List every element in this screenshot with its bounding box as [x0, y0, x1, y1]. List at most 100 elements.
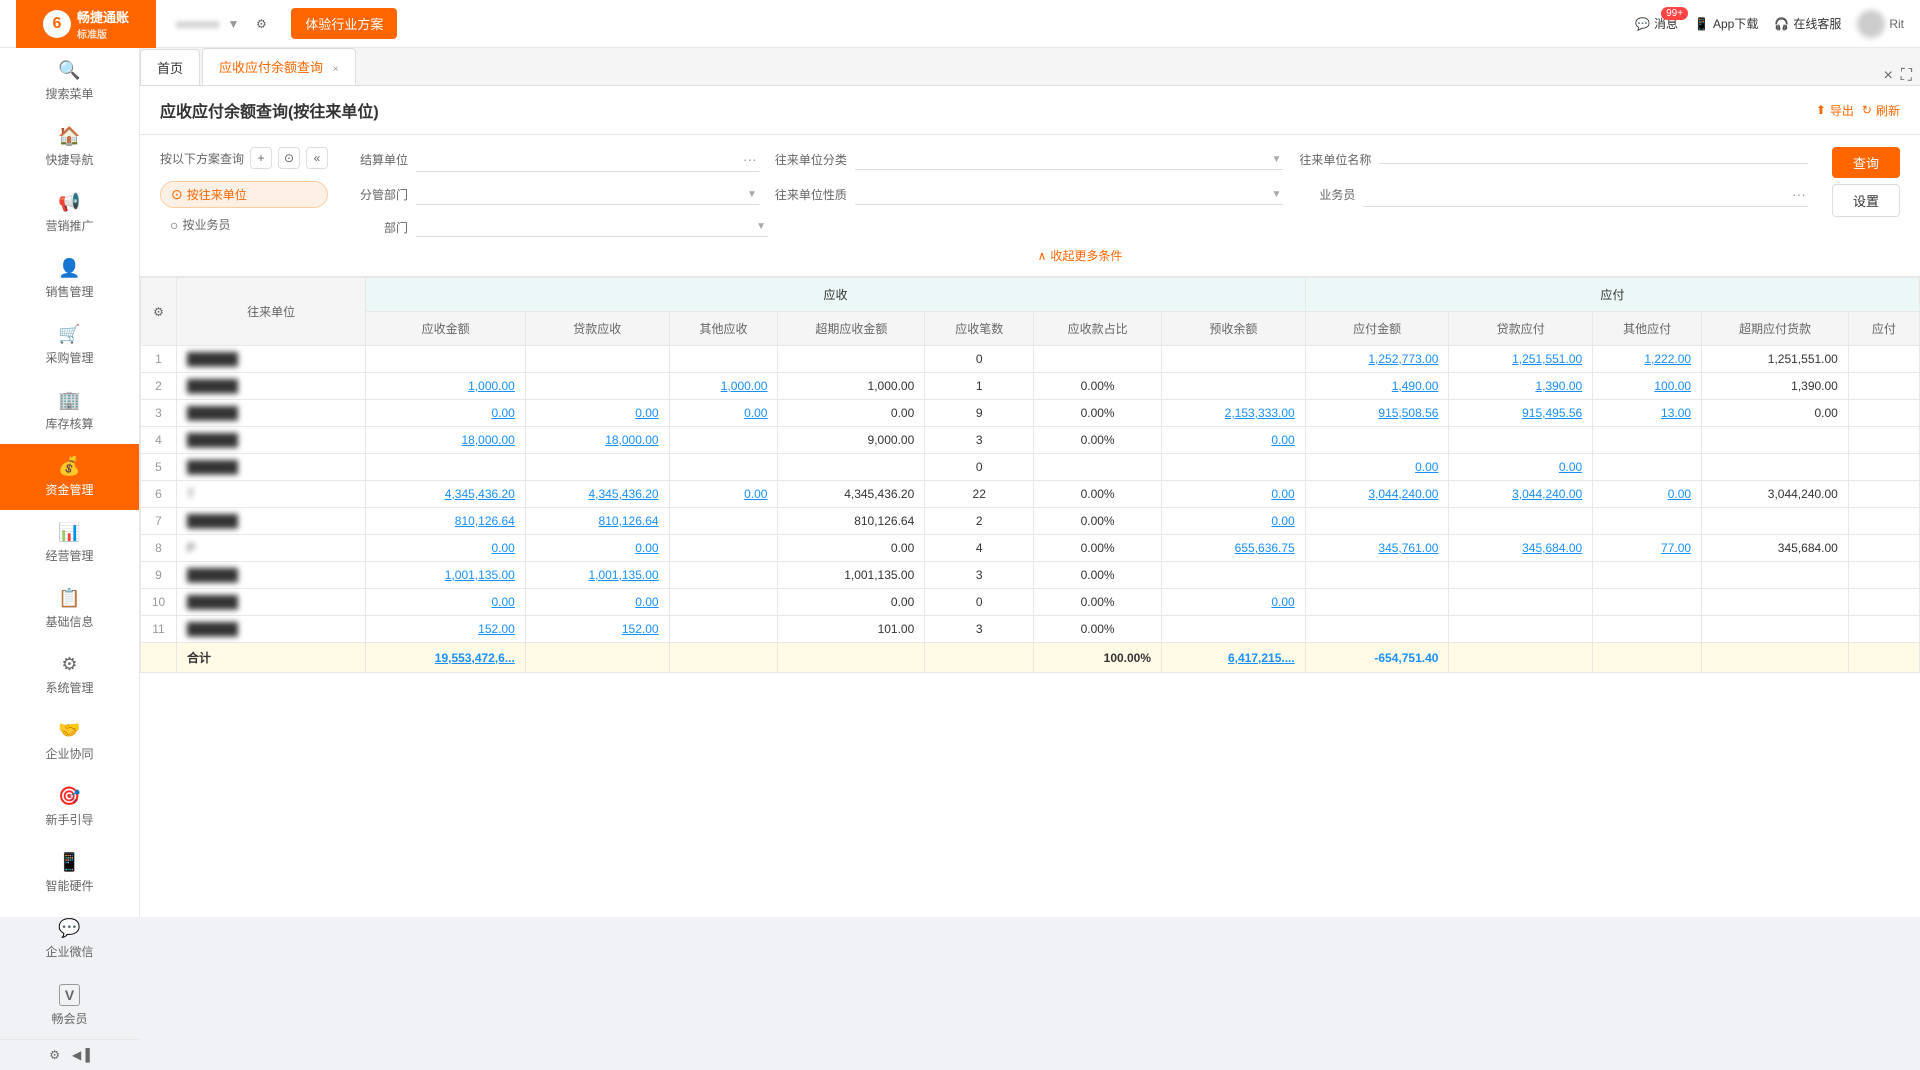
export-button[interactable]: ⬆ 导出	[1816, 102, 1854, 119]
filter-dept-select[interactable]: ▼	[416, 185, 759, 205]
notification-icon: 💬	[1635, 17, 1650, 31]
sidebar-item-search-menu[interactable]: 🔍 搜索菜单	[0, 48, 139, 114]
filter-fields: 结算单位 ··· 往来单位分类	[344, 147, 1816, 264]
app-download-icon: 📱	[1694, 17, 1709, 31]
sub-filter-by-partner[interactable]: ⊙ 按往来单位	[160, 181, 328, 208]
sidebar-item-system[interactable]: ⚙ 系统管理	[0, 642, 139, 708]
filter-dots-2[interactable]: ···	[1792, 186, 1806, 202]
sidebar-item-finance[interactable]: 💰 资金管理	[0, 444, 139, 510]
total-settings-cell	[141, 643, 177, 673]
th-settings[interactable]: ⚙	[141, 278, 177, 346]
sidebar-item-quick-nav[interactable]: 🏠 快捷导航	[0, 114, 139, 180]
filter-add-button[interactable]: +	[250, 147, 272, 169]
online-service-label: 在线客服	[1793, 15, 1841, 32]
sidebar: 🔍 搜索菜单 🏠 快捷导航 📢 营销推广 👤 销售管理 🛒 采购管理 🏢	[0, 48, 140, 917]
sidebar-bottom-settings[interactable]: ⚙	[49, 1048, 60, 1062]
collapse-more-button[interactable]: ∧ 收起更多条件	[344, 247, 1816, 264]
operations-icon: 📊	[58, 522, 80, 543]
th-yp-other: 其他应付	[1593, 312, 1702, 346]
filter-collapse-icon[interactable]: «	[306, 147, 328, 169]
filter-settings-icon[interactable]: ⊙	[278, 147, 300, 169]
sidebar-label-beginner: 新手引导	[45, 811, 93, 828]
sub-filter-by-staff[interactable]: ○ 按业务员	[160, 212, 328, 237]
sidebar-label-wechat: 企业微信	[45, 943, 93, 960]
basic-info-icon: 📋	[58, 588, 80, 609]
enterprise-wechat-icon: 💬	[58, 918, 80, 939]
user-area[interactable]: Rit	[1857, 10, 1904, 38]
filter-partner-name-input[interactable]	[1379, 155, 1808, 164]
table-row: 4 ██████ 18,000.00 18,000.00 9,000.00 3 …	[141, 427, 1920, 454]
data-table: ⚙ 往来单位 应收 应付 应收金额 贷款应收 其他应收	[140, 277, 1920, 673]
notification-item[interactable]: 💬 消息 99+	[1635, 15, 1678, 32]
table-row: 9 ██████ 1,001,135.00 1,001,135.00 1,001…	[141, 562, 1920, 589]
filter-settlement-input[interactable]: ···	[416, 147, 759, 172]
sidebar-item-basic-info[interactable]: 📋 基础信息	[0, 576, 139, 642]
page-title: 应收应付余额查询(按往来单位)	[160, 98, 379, 122]
sub-filter-staff-icon: ○	[170, 217, 178, 233]
sidebar-label-search: 搜索菜单	[45, 85, 93, 102]
sidebar-label-finance: 资金管理	[45, 481, 93, 498]
filter-partner-nature-select[interactable]: ▼	[855, 185, 1284, 205]
window-expand-icon[interactable]: ⛶	[1901, 67, 1912, 85]
enterprise-coop-icon: 🤝	[58, 720, 80, 741]
topbar-settings-icon[interactable]: ⚙	[247, 10, 275, 38]
filter-label-partner-nature: 往来单位性质	[775, 186, 855, 203]
table-row: 8 P 0.00 0.00 0.00 4 0.00% 655,636.75 34…	[141, 535, 1920, 562]
chevron-down-icon-4: ▼	[756, 221, 766, 232]
table-row: 7 ██████ 810,126.64 810,126.64 810,126.6…	[141, 508, 1920, 535]
home-icon: 🏠	[58, 126, 80, 147]
sidebar-item-purchase[interactable]: 🛒 采购管理	[0, 312, 139, 378]
sidebar-item-member[interactable]: V 畅会员	[0, 972, 139, 1039]
online-service-item[interactable]: 🎧 在线客服	[1774, 15, 1841, 32]
total-yr-amount[interactable]: 19,553,472,6...	[366, 643, 526, 673]
filter-area: 按以下方案查询 + ⊙ « ⊙ 按往来单位	[140, 135, 1920, 277]
th-partner: 往来单位	[177, 278, 366, 346]
filter-label-partner-name: 往来单位名称	[1299, 151, 1379, 168]
query-button[interactable]: 查询	[1832, 147, 1900, 178]
logo: 6 畅捷通账 标准版	[16, 0, 156, 48]
sidebar-label-marketing: 营销推广	[45, 217, 93, 234]
th-yp-overdue: 超期应付货款	[1702, 312, 1849, 346]
total-yr-prepay[interactable]: 6,417,215....	[1162, 643, 1306, 673]
tab-close-icon[interactable]: ×	[333, 64, 339, 75]
industry-button[interactable]: 体验行业方案	[291, 8, 397, 39]
chevron-down-icon-1: ▼	[1272, 154, 1282, 165]
sidebar-item-sales[interactable]: 👤 销售管理	[0, 246, 139, 312]
breadcrumb-text: ●●●●●●	[176, 17, 220, 31]
tab-query[interactable]: 应收应付余额查询 ×	[202, 48, 355, 85]
marketing-icon: 📢	[58, 192, 80, 213]
filter-label-salesman: 业务员	[1299, 186, 1363, 203]
total-yp-amount[interactable]: -654,751.40	[1305, 643, 1449, 673]
sidebar-item-smart-hw[interactable]: 📱 智能硬件	[0, 840, 139, 906]
th-yr-ratio: 应收款占比	[1034, 312, 1162, 346]
beginner-icon: 🎯	[58, 786, 80, 807]
th-yr-prepay: 预收余额	[1162, 312, 1306, 346]
chevron-down-icon-2: ▼	[747, 189, 757, 200]
page-header: 应收应付余额查询(按往来单位) ⬆ 导出 ↻ 刷新	[140, 86, 1920, 135]
tab-home[interactable]: 首页	[140, 49, 200, 85]
sidebar-item-enterprise-coop[interactable]: 🤝 企业协同	[0, 708, 139, 774]
settings-button[interactable]: 设置	[1832, 184, 1900, 217]
th-yr-loan: 贷款应收	[525, 312, 669, 346]
search-icon: 🔍	[58, 60, 80, 81]
sidebar-bottom-collapse[interactable]: ◀▐	[72, 1048, 90, 1062]
app-download-item[interactable]: 📱 App下载	[1694, 15, 1758, 32]
inventory-icon: 🏢	[58, 390, 80, 411]
breadcrumb-arrow[interactable]: ▼	[228, 17, 240, 31]
sidebar-item-operations[interactable]: 📊 经营管理	[0, 510, 139, 576]
sidebar-item-beginner[interactable]: 🎯 新手引导	[0, 774, 139, 840]
top-right: 💬 消息 99+ 📱 App下载 🎧 在线客服 Rit	[1635, 10, 1904, 38]
sidebar-item-inventory[interactable]: 🏢 库存核算	[0, 378, 139, 444]
filter-dots-1[interactable]: ···	[743, 151, 757, 167]
filter-partner-type-select[interactable]: ▼	[855, 150, 1284, 170]
sidebar-item-enterprise-wechat[interactable]: 💬 企业微信	[0, 906, 139, 972]
window-close-icon[interactable]: ×	[1883, 67, 1892, 85]
filter-department-select[interactable]: ▼	[416, 217, 768, 237]
tab-query-label: 应收应付余额查询	[219, 60, 323, 75]
filter-salesman-input[interactable]: ···	[1363, 182, 1808, 207]
tab-home-label: 首页	[157, 61, 183, 76]
sidebar-label-coop: 企业协同	[45, 745, 93, 762]
refresh-button[interactable]: ↻ 刷新	[1862, 102, 1900, 119]
table-row: 2 ██████ 1,000.00 1,000.00 1,000.00 1 0.…	[141, 373, 1920, 400]
sidebar-item-marketing[interactable]: 📢 营销推广	[0, 180, 139, 246]
